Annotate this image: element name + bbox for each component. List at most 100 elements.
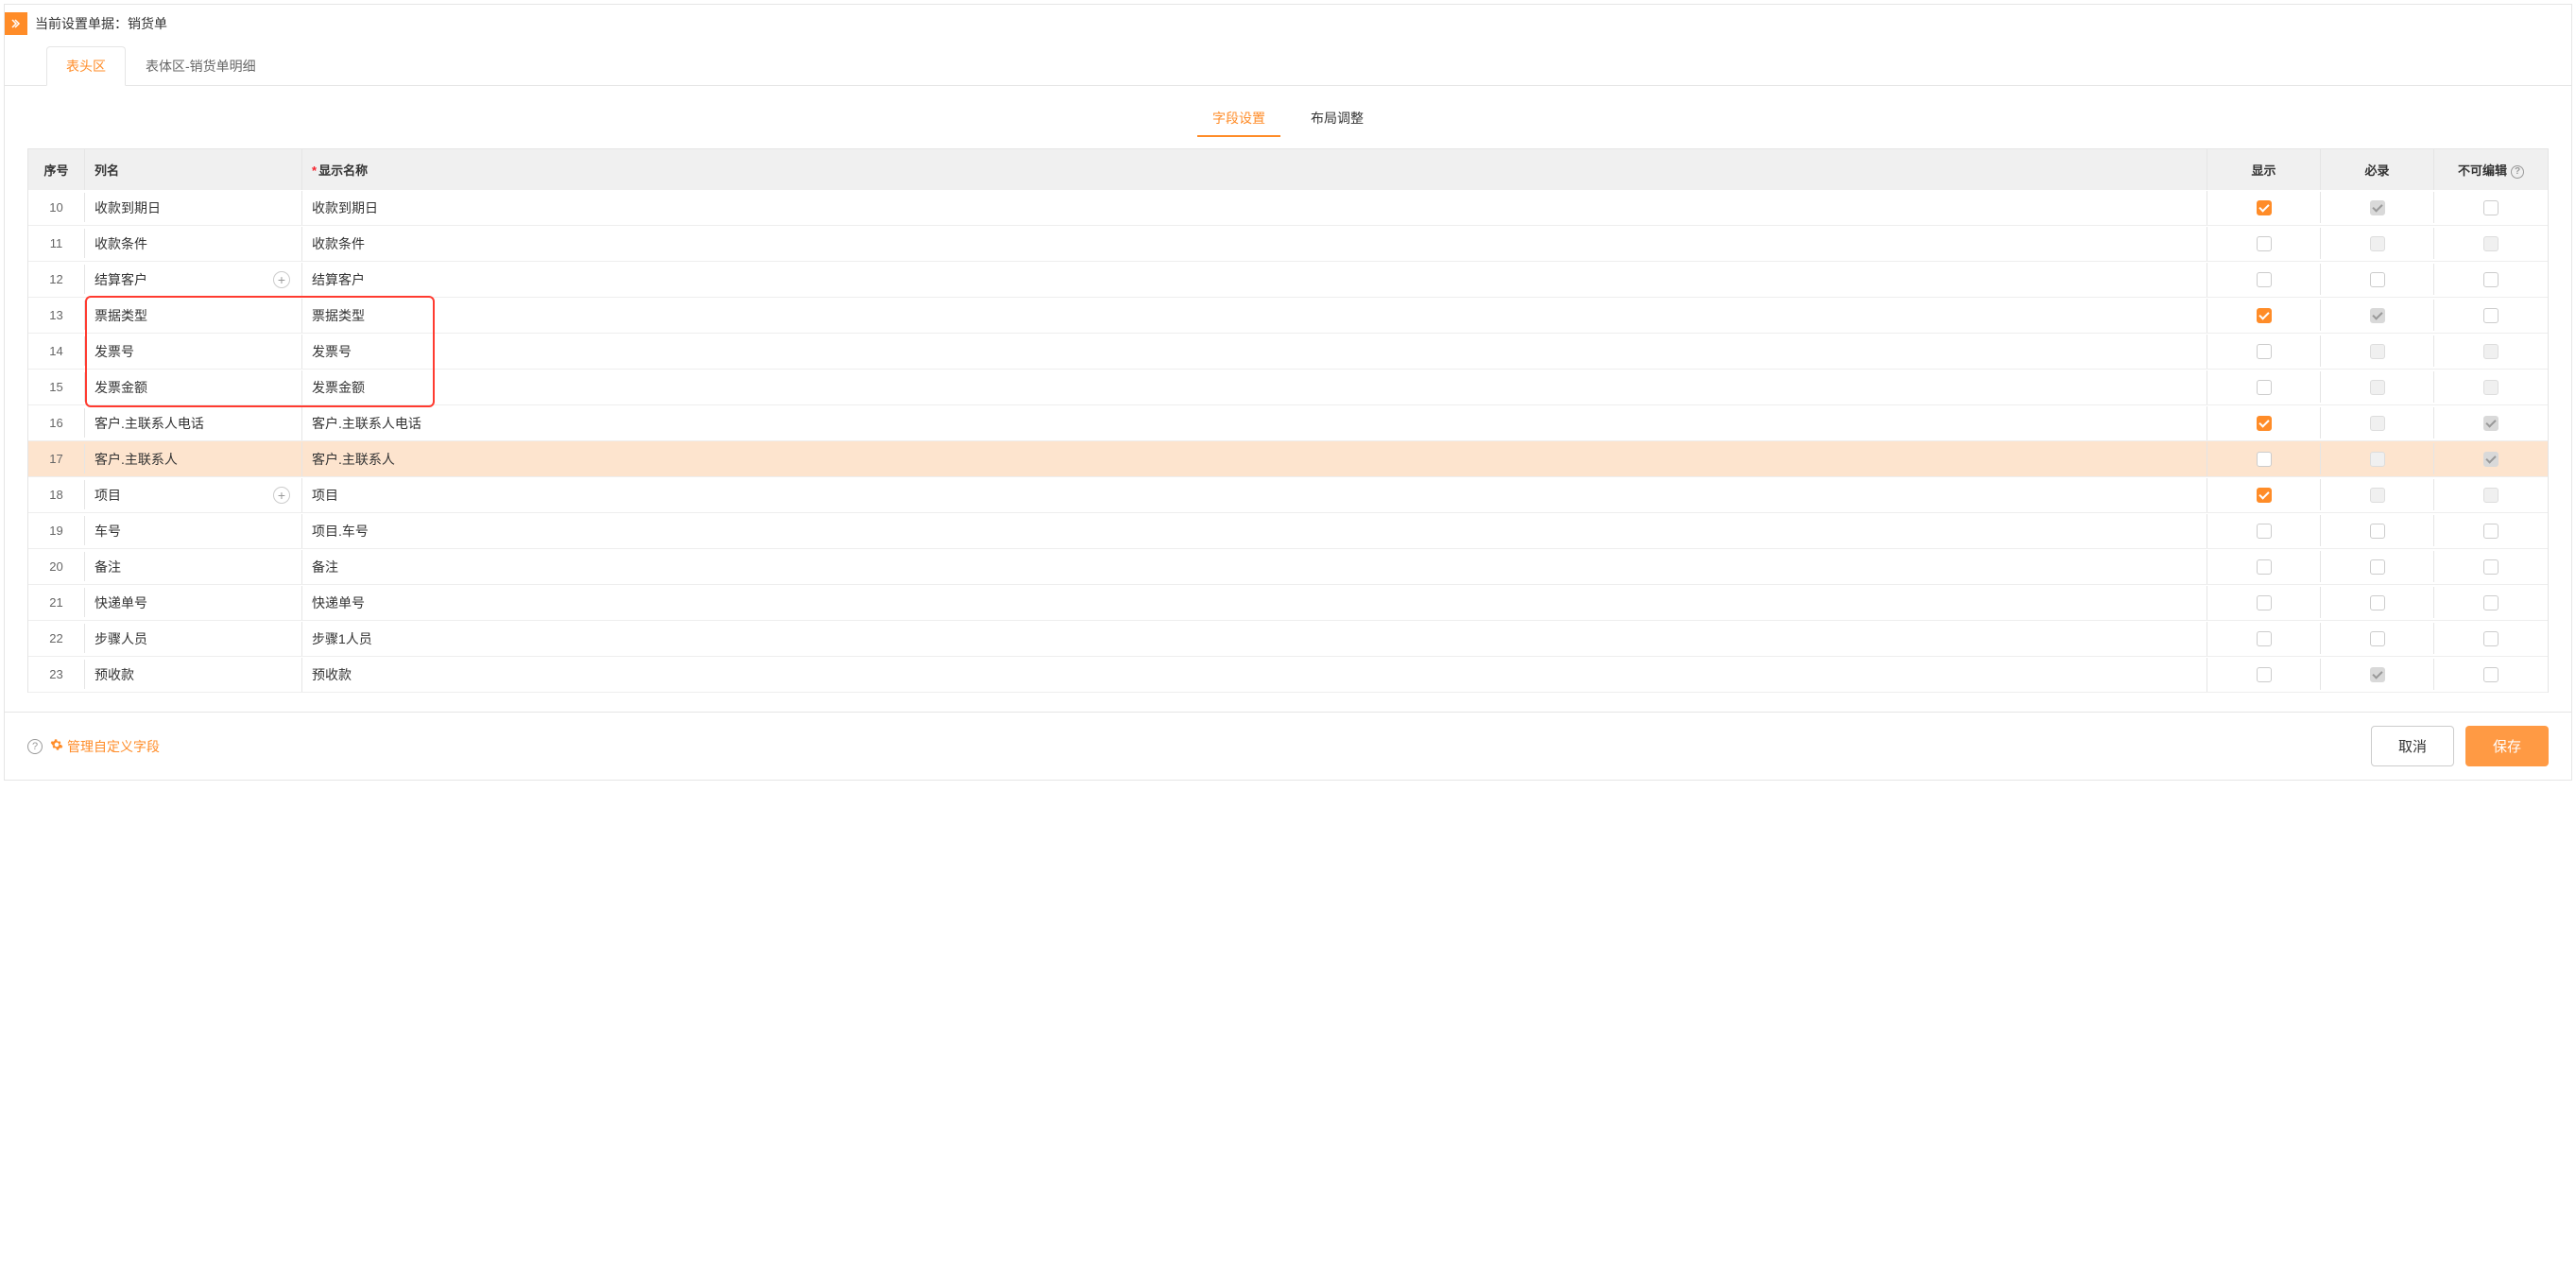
cell-display-name[interactable]: 收款条件 [302,227,2207,261]
no-edit-checkbox [2483,416,2499,431]
cell-display-name[interactable]: 步骤1人员 [302,622,2207,656]
show-checkbox[interactable] [2257,524,2272,539]
help-icon[interactable]: ? [2511,165,2524,179]
show-cell [2207,407,2321,438]
required-checkbox[interactable] [2370,595,2385,610]
no-edit-cell [2434,228,2548,259]
show-cell [2207,264,2321,295]
required-checkbox[interactable] [2370,559,2385,575]
cell-display-name[interactable]: 客户.主联系人 [302,442,2207,476]
show-cell [2207,659,2321,690]
cell-seq: 11 [28,229,85,258]
sub-tab-layout[interactable]: 布局调整 [1296,101,1379,137]
show-checkbox[interactable] [2257,236,2272,251]
no-edit-checkbox[interactable] [2483,524,2499,539]
show-checkbox[interactable] [2257,595,2272,610]
table-row: 19车号项目.车号 [28,513,2548,549]
no-edit-cell [2434,479,2548,510]
save-button[interactable]: 保存 [2465,726,2549,766]
required-checkbox [2370,236,2385,251]
required-cell [2321,515,2434,546]
manage-custom-fields-link[interactable]: 管理自定义字段 [67,737,160,756]
tab-body-area[interactable]: 表体区-销货单明细 [126,46,276,86]
no-edit-cell [2434,587,2548,618]
cell-display-name[interactable]: 收款到期日 [302,191,2207,225]
show-checkbox[interactable] [2257,416,2272,431]
no-edit-cell [2434,623,2548,654]
cell-display-name[interactable]: 结算客户 [302,263,2207,297]
required-checkbox [2370,488,2385,503]
cell-seq: 23 [28,660,85,689]
show-checkbox[interactable] [2257,452,2272,467]
no-edit-checkbox[interactable] [2483,308,2499,323]
no-edit-checkbox[interactable] [2483,595,2499,610]
plus-icon[interactable]: + [273,487,290,504]
table-wrapper: 序号 列名 *显示名称 显示 必录 不可编辑? 10收款到期日收款到期日11收款… [5,137,2571,693]
required-cell [2321,264,2434,295]
show-cell [2207,479,2321,510]
table-row: 15发票金额发票金额 [28,370,2548,405]
cell-display-name[interactable]: 票据类型 [302,299,2207,333]
no-edit-checkbox[interactable] [2483,200,2499,215]
show-checkbox[interactable] [2257,200,2272,215]
show-cell [2207,551,2321,582]
th-show: 显示 [2207,149,2321,190]
cell-display-name[interactable]: 项目.车号 [302,514,2207,548]
show-cell [2207,587,2321,618]
question-icon[interactable]: ? [27,739,43,754]
cell-display-name[interactable]: 项目 [302,478,2207,512]
cell-display-name[interactable]: 客户.主联系人电话 [302,406,2207,440]
cell-display-name[interactable]: 快递单号 [302,586,2207,620]
cell-seq: 17 [28,444,85,473]
show-checkbox[interactable] [2257,272,2272,287]
show-cell [2207,335,2321,367]
show-checkbox[interactable] [2257,667,2272,682]
no-edit-checkbox [2483,236,2499,251]
show-checkbox[interactable] [2257,631,2272,646]
table-row: 12结算客户+结算客户 [28,262,2548,298]
cancel-button[interactable]: 取消 [2371,726,2454,766]
cell-display-name[interactable]: 预收款 [302,658,2207,692]
show-cell [2207,515,2321,546]
no-edit-cell [2434,264,2548,295]
cell-name: 步骤人员 [85,622,302,656]
show-checkbox[interactable] [2257,344,2272,359]
required-checkbox[interactable] [2370,272,2385,287]
plus-icon[interactable]: + [273,271,290,288]
tab-header-area[interactable]: 表头区 [46,46,126,86]
expand-icon[interactable] [5,12,27,35]
th-no-edit: 不可编辑? [2434,149,2548,190]
no-edit-checkbox[interactable] [2483,631,2499,646]
sub-tab-field-settings[interactable]: 字段设置 [1197,101,1280,137]
required-cell [2321,192,2434,223]
show-checkbox[interactable] [2257,380,2272,395]
cell-seq: 21 [28,588,85,617]
no-edit-checkbox[interactable] [2483,667,2499,682]
required-checkbox[interactable] [2370,524,2385,539]
required-checkbox[interactable] [2370,631,2385,646]
cell-display-name[interactable]: 发票金额 [302,370,2207,404]
show-checkbox[interactable] [2257,488,2272,503]
cell-name: 收款到期日 [85,191,302,225]
required-cell [2321,300,2434,331]
no-edit-checkbox [2483,452,2499,467]
no-edit-checkbox[interactable] [2483,559,2499,575]
no-edit-checkbox[interactable] [2483,272,2499,287]
cell-display-name[interactable]: 发票号 [302,335,2207,369]
required-checkbox [2370,416,2385,431]
cell-seq: 10 [28,193,85,222]
table-body: 10收款到期日收款到期日11收款条件收款条件12结算客户+结算客户13票据类型票… [27,190,2549,693]
show-checkbox[interactable] [2257,559,2272,575]
required-cell [2321,659,2434,690]
th-name: 列名 [85,149,302,190]
top-bar: 当前设置单据：销货单 [5,5,2571,43]
cell-display-name[interactable]: 备注 [302,550,2207,584]
no-edit-cell [2434,407,2548,438]
required-cell [2321,587,2434,618]
show-checkbox[interactable] [2257,308,2272,323]
current-doc-label: 当前设置单据：销货单 [35,14,167,33]
table-row: 18项目+项目 [28,477,2548,513]
no-edit-cell [2434,335,2548,367]
sub-tabs: 字段设置 布局调整 [5,86,2571,137]
show-cell [2207,228,2321,259]
